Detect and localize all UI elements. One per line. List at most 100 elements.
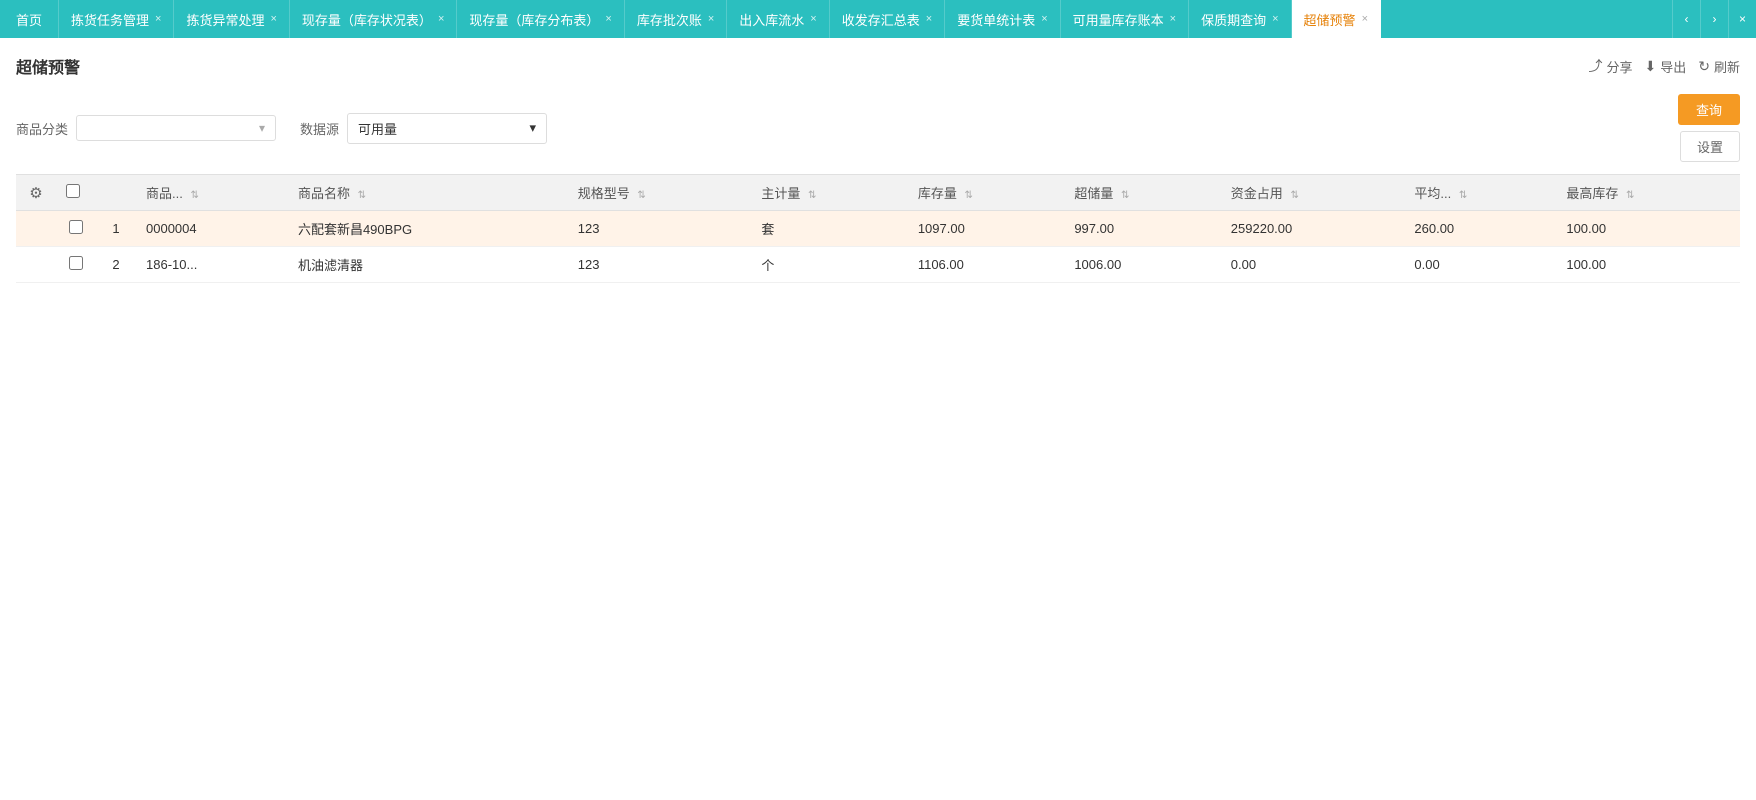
chevron-down-icon: ▾ [259, 121, 265, 135]
row-capital: 0.00 [1221, 247, 1405, 283]
th-stock[interactable]: 库存量 ⇅ [908, 175, 1064, 211]
tab-close-icon[interactable]: × [1041, 13, 1047, 25]
tab-close-icon[interactable]: × [1272, 13, 1278, 25]
tab-close-icon[interactable]: × [155, 13, 161, 25]
tab-close-icon[interactable]: × [438, 13, 444, 25]
row-over: 997.00 [1064, 211, 1220, 247]
export-button[interactable]: ⬇ 导出 [1645, 57, 1687, 76]
row-unit: 个 [751, 247, 907, 283]
row-name: 六配套新昌490BPG [288, 211, 568, 247]
row-max-stock: 100.00 [1556, 211, 1740, 247]
filter-row: 商品分类 ▾ 数据源 可用量 ▾ 查询 设置 [16, 94, 1740, 162]
tab-shoufacu[interactable]: 收发存汇总表 × [830, 0, 945, 38]
row-index: 1 [96, 211, 136, 247]
tab-jianyichuchang[interactable]: 拣货异常处理 × [174, 0, 289, 38]
tab-baozhi[interactable]: 保质期查询 × [1189, 0, 1291, 38]
datasource-label: 数据源 [300, 119, 339, 138]
nav-arrow-left[interactable]: ‹ [1672, 0, 1700, 38]
data-table: ⚙ 商品... ⇅ 商品名称 ⇅ 规格型号 ⇅ [16, 174, 1740, 283]
row-spec: 123 [568, 211, 752, 247]
tab-close-icon[interactable]: × [926, 13, 932, 25]
row-stock: 1097.00 [908, 211, 1064, 247]
category-label: 商品分类 [16, 119, 68, 138]
nav-home[interactable]: 首页 [0, 0, 59, 38]
row-avg: 0.00 [1404, 247, 1556, 283]
row-stock: 1106.00 [908, 247, 1064, 283]
th-spec[interactable]: 规格型号 ⇅ [568, 175, 752, 211]
tab-keyongliang[interactable]: 可用量库存账本 × [1061, 0, 1189, 38]
th-name[interactable]: 商品名称 ⇅ [288, 175, 568, 211]
table-body: 1 0000004 六配套新昌490BPG 123 套 1097.00 997.… [16, 211, 1740, 283]
refresh-button[interactable]: ↻ 刷新 [1698, 57, 1740, 76]
query-button[interactable]: 查询 [1678, 94, 1740, 125]
category-select[interactable]: ▾ [76, 115, 276, 141]
th-index [96, 175, 136, 211]
sort-icon: ⇅ [1459, 190, 1467, 201]
datasource-filter: 数据源 可用量 ▾ [300, 113, 547, 144]
tab-xiancunliang-dist[interactable]: 现存量（库存分布表） × [457, 0, 624, 38]
tab-close-icon[interactable]: × [1170, 13, 1176, 25]
main-content: 超储预警 ⤴ 分享 ⬇ 导出 ↻ 刷新 商品分类 ▾ 数据源 [0, 38, 1756, 800]
page-header: 超储预警 ⤴ 分享 ⬇ 导出 ↻ 刷新 [16, 54, 1740, 78]
datasource-value: 可用量 [358, 119, 397, 138]
th-code[interactable]: 商品... ⇅ [136, 175, 288, 211]
th-avg[interactable]: 平均... ⇅ [1404, 175, 1556, 211]
share-icon: ⤴ [1588, 56, 1602, 76]
row-checkbox[interactable] [69, 220, 83, 234]
row-over: 1006.00 [1064, 247, 1220, 283]
sort-icon: ⇅ [637, 190, 645, 201]
datasource-select[interactable]: 可用量 ▾ [347, 113, 547, 144]
page-title: 超储预警 [16, 54, 80, 78]
tab-xiancunliang-status[interactable]: 现存量（库存状况表） × [290, 0, 457, 38]
refresh-icon: ↻ [1698, 58, 1710, 75]
sort-icon: ⇅ [190, 190, 198, 201]
top-nav: 首页 拣货任务管理 × 拣货异常处理 × 现存量（库存状况表） × 现存量（库存… [0, 0, 1756, 38]
tab-chaochuyujing[interactable]: 超储预警 × [1292, 0, 1381, 38]
th-over[interactable]: 超储量 ⇅ [1064, 175, 1220, 211]
row-unit: 套 [751, 211, 907, 247]
set-button[interactable]: 设置 [1680, 131, 1740, 162]
tab-liushui[interactable]: 出入库流水 × [727, 0, 829, 38]
row-settings-cell [16, 247, 56, 283]
th-select-all[interactable] [56, 175, 96, 211]
row-index: 2 [96, 247, 136, 283]
row-settings-cell [16, 211, 56, 247]
tab-close-icon[interactable]: × [1362, 13, 1368, 25]
tab-kucun-batch[interactable]: 库存批次账 × [625, 0, 727, 38]
row-name: 机油滤清器 [288, 247, 568, 283]
th-unit[interactable]: 主计量 ⇅ [751, 175, 907, 211]
row-code: 186-10... [136, 247, 288, 283]
gear-icon: ⚙ [26, 184, 46, 202]
row-checkbox-cell[interactable] [56, 211, 96, 247]
sort-icon: ⇅ [358, 190, 366, 201]
select-all-checkbox[interactable] [66, 184, 80, 198]
nav-arrows: ‹ › × [1672, 0, 1756, 38]
share-button[interactable]: ⤴ 分享 [1588, 56, 1632, 76]
sort-icon: ⇅ [808, 190, 816, 201]
nav-arrow-close[interactable]: × [1728, 0, 1756, 38]
table-row: 2 186-10... 机油滤清器 123 个 1106.00 1006.00 … [16, 247, 1740, 283]
table-row: 1 0000004 六配套新昌490BPG 123 套 1097.00 997.… [16, 211, 1740, 247]
row-avg: 260.00 [1404, 211, 1556, 247]
tab-close-icon[interactable]: × [708, 13, 714, 25]
table-header-row: ⚙ 商品... ⇅ 商品名称 ⇅ 规格型号 ⇅ [16, 175, 1740, 211]
th-settings[interactable]: ⚙ [16, 175, 56, 211]
row-checkbox[interactable] [69, 256, 83, 270]
th-capital[interactable]: 资金占用 ⇅ [1221, 175, 1405, 211]
sort-icon: ⇅ [1290, 190, 1298, 201]
header-actions: ⤴ 分享 ⬇ 导出 ↻ 刷新 [1588, 56, 1740, 76]
chevron-down-icon: ▾ [530, 120, 537, 136]
th-max-stock[interactable]: 最高库存 ⇅ [1556, 175, 1740, 211]
tab-close-icon[interactable]: × [605, 13, 611, 25]
tab-jiance[interactable]: 拣货任务管理 × [59, 0, 174, 38]
tab-yaohuo[interactable]: 要货单统计表 × [945, 0, 1060, 38]
sort-icon: ⇅ [1626, 190, 1634, 201]
row-spec: 123 [568, 247, 752, 283]
export-icon: ⬇ [1645, 58, 1657, 75]
nav-arrow-right[interactable]: › [1700, 0, 1728, 38]
row-checkbox-cell[interactable] [56, 247, 96, 283]
row-capital: 259220.00 [1221, 211, 1405, 247]
tab-close-icon[interactable]: × [270, 13, 276, 25]
sort-icon: ⇅ [964, 190, 972, 201]
tab-close-icon[interactable]: × [810, 13, 816, 25]
